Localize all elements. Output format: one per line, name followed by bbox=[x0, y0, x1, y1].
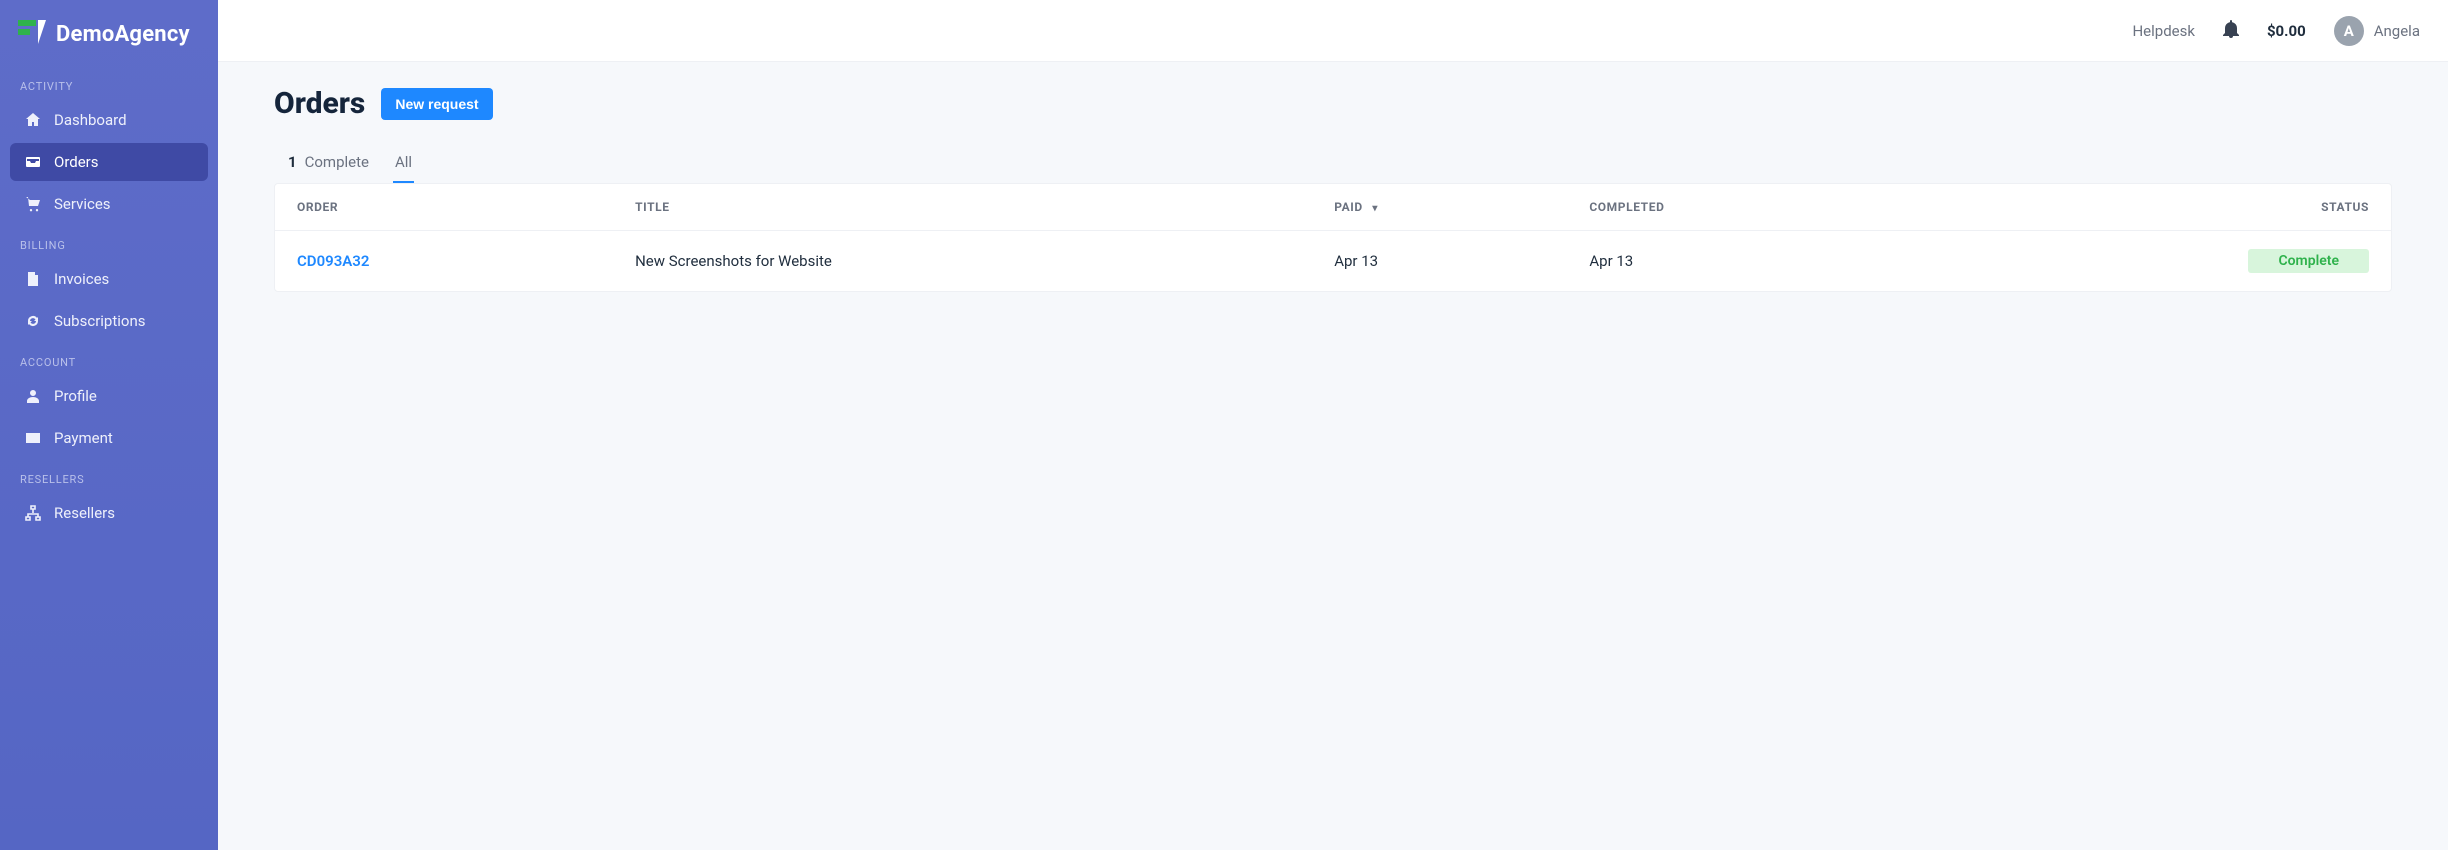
helpdesk-link[interactable]: Helpdesk bbox=[2132, 22, 2194, 40]
brand-logo-icon bbox=[18, 20, 46, 48]
sidebar-item-label: Payment bbox=[54, 429, 113, 447]
balance-amount: $0.00 bbox=[2267, 22, 2306, 40]
col-completed[interactable]: COMPLETED bbox=[1567, 184, 1913, 231]
content: Orders New request 1 Complete All ORDER … bbox=[218, 62, 2448, 316]
file-icon bbox=[24, 270, 42, 288]
sidebar: DemoAgency ACTIVITY Dashboard Orders Ser… bbox=[0, 0, 218, 850]
tab-count: 1 bbox=[288, 153, 297, 171]
sidebar-item-label: Orders bbox=[54, 153, 99, 171]
sort-desc-icon: ▾ bbox=[1372, 203, 1378, 214]
sidebar-item-label: Resellers bbox=[54, 504, 115, 522]
username: Angela bbox=[2374, 22, 2420, 40]
col-order[interactable]: ORDER bbox=[275, 184, 613, 231]
brand-name: DemoAgency bbox=[56, 22, 190, 47]
sidebar-item-resellers[interactable]: Resellers bbox=[10, 494, 208, 532]
main-area: Helpdesk $0.00 A Angela Orders New reque… bbox=[218, 0, 2448, 850]
tab-complete[interactable]: 1 Complete bbox=[286, 147, 371, 183]
col-status[interactable]: STATUS bbox=[1913, 184, 2391, 231]
orders-table: ORDER TITLE PAID ▾ COMPLETED STATUS CD09… bbox=[275, 184, 2391, 291]
new-request-button[interactable]: New request bbox=[381, 88, 492, 120]
user-icon bbox=[24, 387, 42, 405]
cart-icon bbox=[24, 195, 42, 213]
sidebar-item-dashboard[interactable]: Dashboard bbox=[10, 101, 208, 139]
inbox-icon bbox=[24, 153, 42, 171]
status-badge: Complete bbox=[2248, 249, 2369, 273]
network-icon bbox=[24, 504, 42, 522]
page-title: Orders bbox=[274, 86, 365, 121]
sidebar-section-account: ACCOUNT bbox=[0, 342, 218, 375]
col-title[interactable]: TITLE bbox=[613, 184, 1312, 231]
orders-table-card: ORDER TITLE PAID ▾ COMPLETED STATUS CD09… bbox=[274, 183, 2392, 292]
order-paid: Apr 13 bbox=[1312, 231, 1567, 292]
sidebar-item-label: Subscriptions bbox=[54, 312, 145, 330]
bell-icon bbox=[2223, 20, 2239, 38]
home-icon bbox=[24, 111, 42, 129]
sidebar-item-profile[interactable]: Profile bbox=[10, 377, 208, 415]
sidebar-item-subscriptions[interactable]: Subscriptions bbox=[10, 302, 208, 340]
col-paid-label: PAID bbox=[1334, 200, 1363, 214]
sidebar-section-resellers: RESELLERS bbox=[0, 459, 218, 492]
sidebar-item-label: Profile bbox=[54, 387, 97, 405]
sidebar-item-invoices[interactable]: Invoices bbox=[10, 260, 208, 298]
sidebar-item-label: Invoices bbox=[54, 270, 109, 288]
tabs: 1 Complete All bbox=[274, 141, 2392, 183]
page-head: Orders New request bbox=[274, 86, 2392, 121]
sidebar-item-services[interactable]: Services bbox=[10, 185, 208, 223]
notifications-button[interactable] bbox=[2223, 20, 2239, 42]
sidebar-item-label: Dashboard bbox=[54, 111, 127, 129]
tab-all[interactable]: All bbox=[393, 147, 414, 183]
tab-label: Complete bbox=[305, 153, 369, 171]
user-menu[interactable]: A Angela bbox=[2334, 16, 2420, 46]
table-row[interactable]: CD093A32 New Screenshots for Website Apr… bbox=[275, 231, 2391, 292]
sidebar-section-activity: ACTIVITY bbox=[0, 66, 218, 99]
sidebar-item-payment[interactable]: Payment bbox=[10, 419, 208, 457]
sidebar-item-orders[interactable]: Orders bbox=[10, 143, 208, 181]
order-title: New Screenshots for Website bbox=[613, 231, 1312, 292]
order-link[interactable]: CD093A32 bbox=[297, 252, 369, 270]
card-icon bbox=[24, 429, 42, 447]
sidebar-section-billing: BILLING bbox=[0, 225, 218, 258]
refresh-icon bbox=[24, 312, 42, 330]
sidebar-item-label: Services bbox=[54, 195, 111, 213]
col-paid[interactable]: PAID ▾ bbox=[1312, 184, 1567, 231]
topbar: Helpdesk $0.00 A Angela bbox=[218, 0, 2448, 62]
tab-label: All bbox=[395, 153, 412, 171]
avatar: A bbox=[2334, 16, 2364, 46]
brand[interactable]: DemoAgency bbox=[0, 14, 218, 66]
order-completed: Apr 13 bbox=[1567, 231, 1913, 292]
